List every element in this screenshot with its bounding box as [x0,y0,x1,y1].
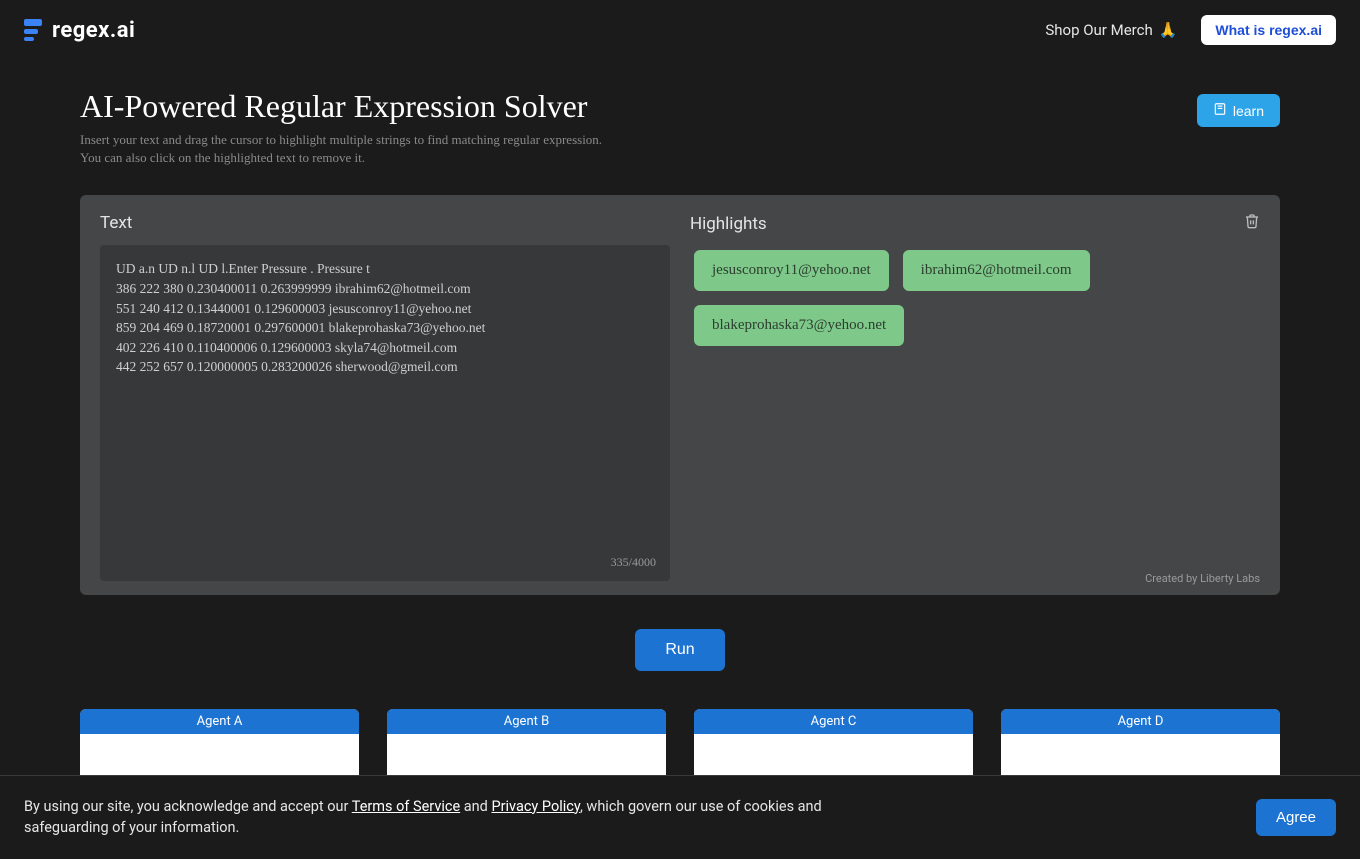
text-input-area[interactable]: UD a.n UD n.l UD l.Enter Pressure . Pres… [100,245,670,581]
highlight-chip-list: jesusconroy11@yehoo.net ibrahim62@hotmei… [690,246,1260,350]
logo-icon [24,19,42,41]
shop-merch-link[interactable]: Shop Our Merch 🙏 [1045,21,1177,39]
title-section: AI-Powered Regular Expression Solver Ins… [0,60,1360,167]
text-content: UD a.n UD n.l UD l.Enter Pressure . Pres… [116,259,654,376]
terms-link[interactable]: Terms of Service [352,798,460,815]
consent-text: By using our site, you acknowledge and a… [24,796,904,840]
run-button[interactable]: Run [635,629,724,671]
consent-and: and [460,798,491,815]
text-column: Text UD a.n UD n.l UD l.Enter Pressure .… [100,213,670,581]
brand-name: regex.ai [52,18,135,43]
highlights-column-header: Highlights [690,214,767,234]
highlight-chip[interactable]: blakeprohaska73@yehoo.net [694,305,904,346]
pray-icon: 🙏 [1159,21,1178,39]
editor-card: Text UD a.n UD n.l UD l.Enter Pressure .… [80,195,1280,595]
learn-button[interactable]: learn [1197,94,1280,127]
highlight-chip[interactable]: jesusconroy11@yehoo.net [694,250,889,291]
agent-header: Agent C [694,709,973,734]
agent-header: Agent B [387,709,666,734]
agent-header: Agent D [1001,709,1280,734]
consent-prefix: By using our site, you acknowledge and a… [24,798,352,815]
learn-label: learn [1233,103,1264,119]
agent-row: Agent A Agent B Agent C Agent D [0,671,1360,789]
what-is-button[interactable]: What is regex.ai [1201,15,1336,45]
text-column-header: Text [100,213,670,233]
brand-logo[interactable]: regex.ai [24,18,135,43]
page-title: AI-Powered Regular Expression Solver [80,88,1197,125]
consent-bar: By using our site, you acknowledge and a… [0,775,1360,859]
subtitle-line-2: You can also click on the highlighted te… [80,149,1197,167]
credit-text: Created by Liberty Labs [1145,572,1260,585]
shop-merch-label: Shop Our Merch [1045,21,1152,39]
header-bar: regex.ai Shop Our Merch 🙏 What is regex.… [0,0,1360,60]
agent-header: Agent A [80,709,359,734]
subtitle-line-1: Insert your text and drag the cursor to … [80,131,1197,149]
book-icon [1213,102,1227,119]
agree-button[interactable]: Agree [1256,799,1336,836]
trash-icon [1244,216,1260,233]
clear-highlights-button[interactable] [1244,213,1260,234]
char-count: 335/4000 [611,554,656,571]
highlights-column: Highlights jesusconroy11@yehoo.net ibrah… [690,213,1260,581]
privacy-link[interactable]: Privacy Policy [491,798,580,815]
highlight-chip[interactable]: ibrahim62@hotmeil.com [903,250,1090,291]
